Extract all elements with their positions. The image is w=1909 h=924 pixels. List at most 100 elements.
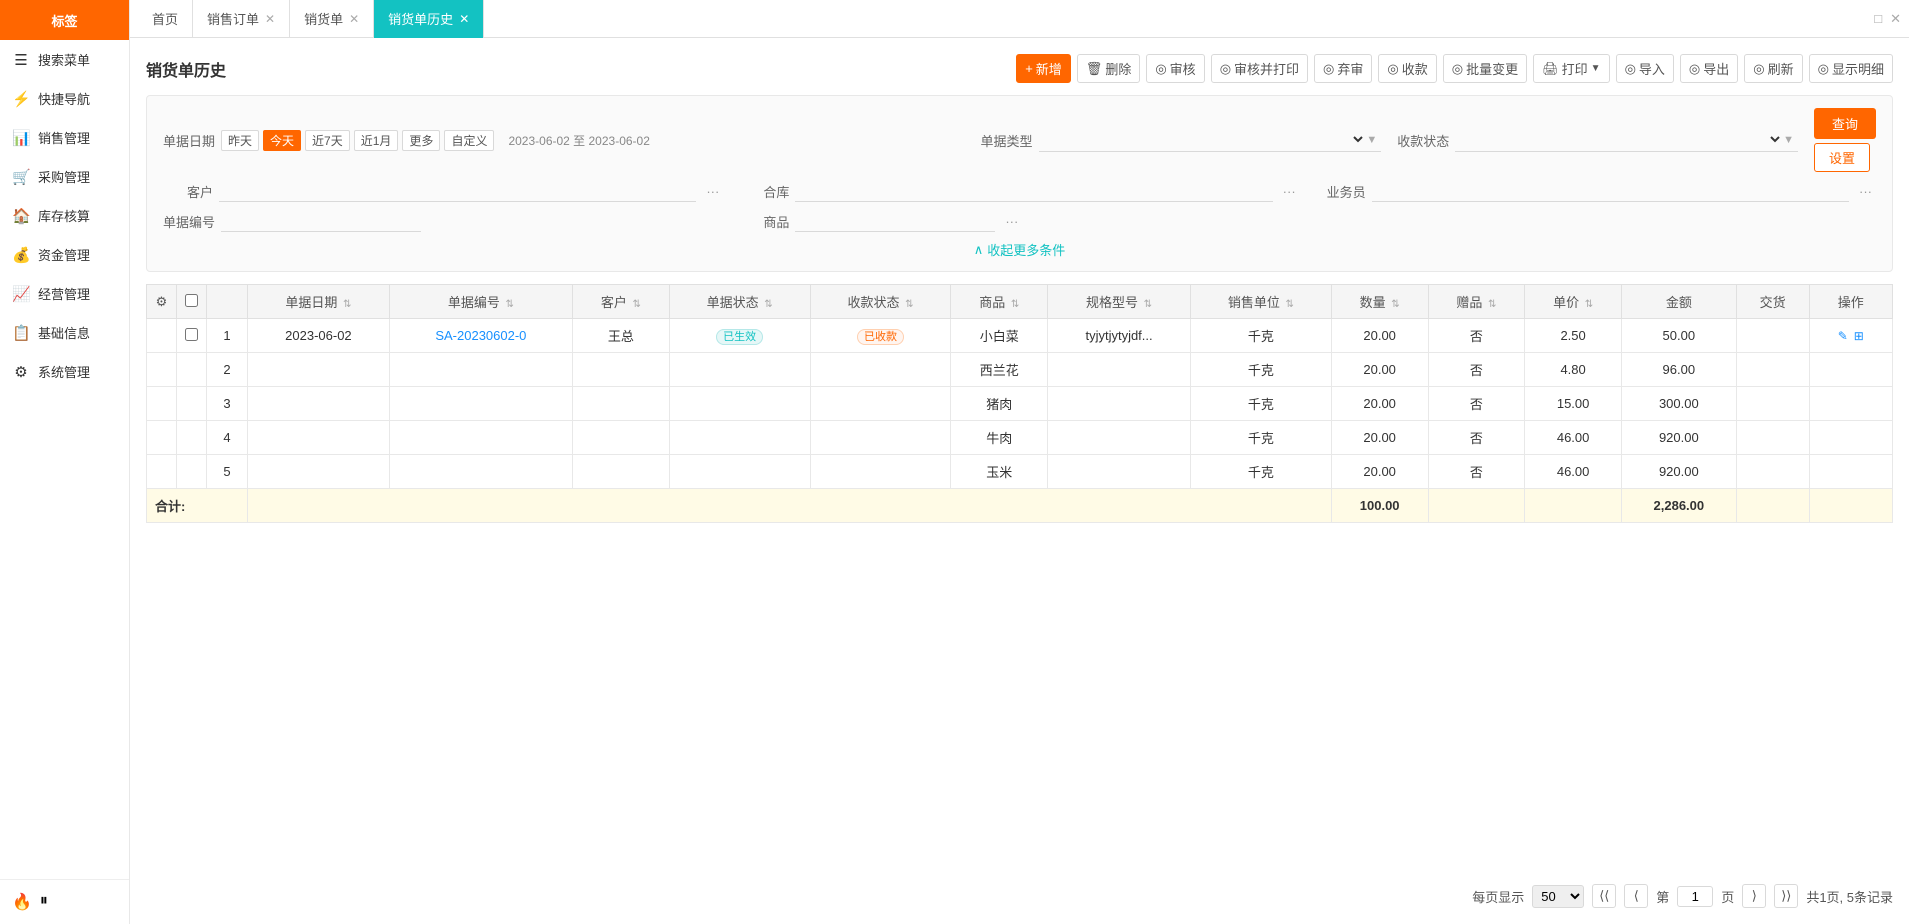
sidebar-item-inventory[interactable]: 🏠 库存核算 (0, 196, 129, 235)
delete-button[interactable]: 🗑 删除 (1077, 54, 1141, 83)
col-spec[interactable]: 规格型号 ⇅ (1048, 285, 1191, 319)
data-table: ⚙ 单据日期 ⇅ 单据编号 ⇅ (146, 284, 1893, 523)
last1m-btn[interactable]: 近1月 (354, 130, 399, 151)
customer-input[interactable] (219, 180, 696, 202)
salesperson-ellipsis[interactable]: ··· (1855, 184, 1876, 199)
cell-doc-status: 已生效 (669, 319, 810, 353)
warehouse-input[interactable] (795, 180, 1272, 202)
operations-icon: 📈 (12, 285, 30, 303)
query-button[interactable]: 查询 (1814, 108, 1876, 139)
prev-page-btn[interactable]: ⟨ (1624, 884, 1648, 908)
cell-doc-no[interactable]: SA-20230602-0 (389, 319, 572, 353)
export-icon: ◎ (1689, 61, 1700, 77)
collapse-button[interactable]: ∧ 收起更多条件 (163, 240, 1876, 259)
today-btn[interactable]: 今天 (263, 130, 301, 151)
tab-sales-history-close[interactable]: ✕ (459, 12, 469, 26)
sidebar-item-sales-mgmt[interactable]: 📊 销售管理 (0, 118, 129, 157)
window-maximize-icon[interactable]: □ (1874, 11, 1882, 26)
page-input[interactable] (1677, 886, 1713, 907)
cell-doc-no (389, 421, 572, 455)
col-price[interactable]: 单价 ⇅ (1525, 285, 1622, 319)
sidebar-item-search-menu[interactable]: ☰ 搜索菜单 (0, 40, 129, 79)
table-header-row: ⚙ 单据日期 ⇅ 单据编号 ⇅ (147, 285, 1893, 319)
print-button[interactable]: 🖨 打印 ▼ (1533, 54, 1609, 83)
col-gift[interactable]: 赠品 ⇅ (1428, 285, 1525, 319)
copy-action-btn[interactable]: ⊞ (1854, 329, 1864, 343)
audit-print-button[interactable]: ◎ 审核并打印 (1211, 54, 1308, 83)
export-button[interactable]: ◎ 导出 (1680, 54, 1738, 83)
table-row: 5玉米千克20.00否46.00920.00 (147, 455, 1893, 489)
pagination-bar: 每页显示 50 100 200 ⟨⟨ ⟨ 第 页 ⟩ ⟩⟩ 共1页, 5条记录 (146, 876, 1893, 908)
show-detail-button[interactable]: ◎ 显示明细 (1809, 54, 1893, 83)
filter-customer: 客户 ··· (163, 180, 723, 202)
add-button[interactable]: + 新增 (1016, 54, 1071, 83)
customer-ellipsis[interactable]: ··· (702, 184, 723, 199)
collect-icon: ◎ (1387, 61, 1398, 77)
salesperson-input[interactable] (1372, 180, 1849, 202)
col-doc-no[interactable]: 单据编号 ⇅ (389, 285, 572, 319)
warehouse-ellipsis[interactable]: ··· (1279, 184, 1300, 199)
sidebar-item-label: 经营管理 (38, 284, 90, 303)
tab-sales-delivery-close[interactable]: ✕ (349, 12, 359, 26)
cell-spec: tyjytjytyjdf... (1048, 319, 1191, 353)
refresh-button[interactable]: ◎ 刷新 (1744, 54, 1802, 83)
batch-change-button[interactable]: ◎ 批量变更 (1443, 54, 1527, 83)
tab-sales-order[interactable]: 销售订单 ✕ (193, 0, 290, 38)
purchase-mgmt-icon: 🛒 (12, 168, 30, 186)
first-page-btn[interactable]: ⟨⟨ (1592, 884, 1616, 908)
cell-price: 15.00 (1525, 387, 1622, 421)
doc-type-select[interactable] (1043, 131, 1367, 148)
sidebar-item-sys-mgmt[interactable]: ⚙ 系统管理 (0, 352, 129, 391)
customer-sort-icon: ⇅ (633, 299, 641, 310)
col-goods[interactable]: 商品 ⇅ (951, 285, 1048, 319)
tab-sales-history[interactable]: 销货单历史 ✕ (374, 0, 484, 38)
sidebar-item-finance[interactable]: 💰 资金管理 (0, 235, 129, 274)
last-page-btn[interactable]: ⟩⟩ (1774, 884, 1798, 908)
audit-print-icon: ◎ (1220, 61, 1231, 77)
cell-amount: 96.00 (1621, 353, 1736, 387)
yesterday-btn[interactable]: 昨天 (221, 130, 259, 151)
setting-button[interactable]: 设置 (1814, 143, 1870, 172)
col-qty[interactable]: 数量 ⇅ (1331, 285, 1428, 319)
more-btn[interactable]: 更多 (402, 130, 440, 151)
cell-unit: 千克 (1190, 353, 1331, 387)
sidebar-item-base-info[interactable]: 📋 基础信息 (0, 313, 129, 352)
sidebar-item-operations[interactable]: 📈 经营管理 (0, 274, 129, 313)
sidebar-fire-icon[interactable]: 🔥 (12, 892, 32, 912)
goods-input[interactable] (795, 210, 995, 232)
sidebar-item-quick-nav[interactable]: ⚡ 快捷导航 (0, 79, 129, 118)
tab-home[interactable]: 首页 (138, 0, 193, 38)
audit-button[interactable]: ◎ 审核 (1146, 54, 1204, 83)
page-size-select[interactable]: 50 100 200 (1532, 885, 1584, 908)
sidebar-pause-icon[interactable]: ⏸ (40, 892, 48, 912)
sidebar-item-label: 搜索菜单 (38, 50, 90, 69)
col-collect-status[interactable]: 收款状态 ⇅ (810, 285, 951, 319)
cell-customer (573, 353, 670, 387)
doc-no-input[interactable] (221, 210, 421, 232)
next-page-btn[interactable]: ⟩ (1742, 884, 1766, 908)
col-unit[interactable]: 销售单位 ⇅ (1190, 285, 1331, 319)
cell-unit: 千克 (1190, 455, 1331, 489)
import-button[interactable]: ◎ 导入 (1616, 54, 1674, 83)
window-close-icon[interactable]: ✕ (1890, 11, 1901, 27)
doc-no-link[interactable]: SA-20230602-0 (435, 328, 526, 343)
row-checkbox[interactable] (185, 328, 198, 341)
col-settings[interactable]: ⚙ (147, 285, 177, 319)
last7-btn[interactable]: 近7天 (305, 130, 350, 151)
table-wrapper: ⚙ 单据日期 ⇅ 单据编号 ⇅ (146, 284, 1893, 876)
custom-btn[interactable]: 自定义 (444, 130, 494, 151)
edit-action-btn[interactable]: ✎ (1838, 329, 1848, 343)
col-customer[interactable]: 客户 ⇅ (573, 285, 670, 319)
tab-sales-history-label: 销货单历史 (388, 9, 453, 28)
tab-sales-order-close[interactable]: ✕ (265, 12, 275, 26)
col-doc-date[interactable]: 单据日期 ⇅ (248, 285, 390, 319)
doc-no-sort-icon: ⇅ (506, 299, 514, 310)
collect-status-select[interactable] (1459, 131, 1783, 148)
collect-button[interactable]: ◎ 收款 (1378, 54, 1436, 83)
goods-ellipsis[interactable]: ··· (1001, 214, 1022, 229)
col-doc-status[interactable]: 单据状态 ⇅ (669, 285, 810, 319)
tab-sales-delivery[interactable]: 销货单 ✕ (290, 0, 374, 38)
select-all-checkbox[interactable] (185, 294, 198, 307)
sidebar-item-purchase-mgmt[interactable]: 🛒 采购管理 (0, 157, 129, 196)
abandon-button[interactable]: ◎ 弃审 (1314, 54, 1372, 83)
